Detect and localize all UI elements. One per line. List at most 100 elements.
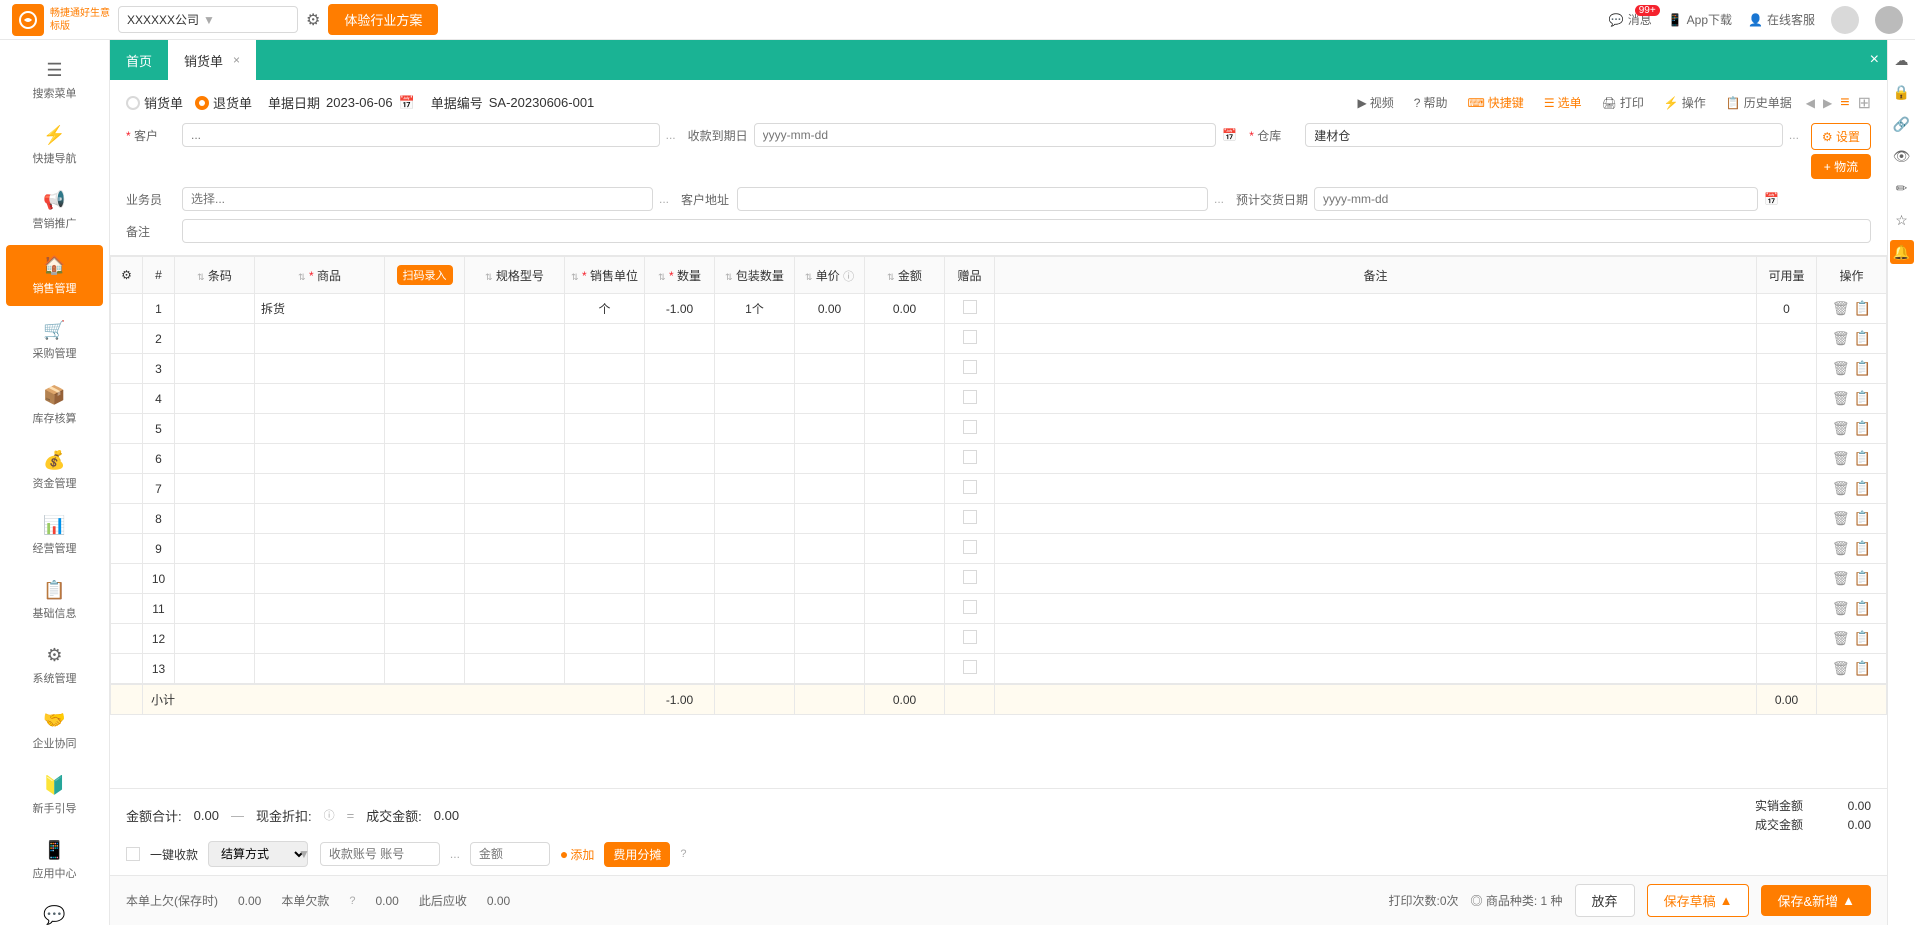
copy-row-icon-6[interactable]: 📋 <box>1854 480 1871 497</box>
cell-unit-10[interactable] <box>565 594 645 624</box>
cell-pkg-2[interactable] <box>715 354 795 384</box>
amount-input[interactable] <box>470 842 550 866</box>
window-close-icon[interactable]: × <box>1870 51 1879 69</box>
settings-btn[interactable]: ⚙ 设置 <box>1811 123 1871 150</box>
cell-remark-3[interactable] <box>995 384 1757 414</box>
cell-price-5[interactable] <box>795 444 865 474</box>
cell-price-10[interactable] <box>795 594 865 624</box>
cell-pkg-8[interactable] <box>715 534 795 564</box>
cell-product-7[interactable] <box>255 504 385 534</box>
sidebar-item-system[interactable]: ⚙ 系统管理 <box>6 635 103 696</box>
delete-row-icon-0[interactable]: 🗑 <box>1832 300 1850 317</box>
cell-qty-12[interactable] <box>645 654 715 685</box>
calendar-icon[interactable]: 📅 <box>399 95 415 111</box>
toolbar-actions[interactable]: ⚡ 操作 <box>1658 92 1712 113</box>
cell-gift-10[interactable] <box>945 594 995 624</box>
cell-unit-1[interactable] <box>565 324 645 354</box>
cell-pkg-10[interactable] <box>715 594 795 624</box>
cell-amount-8[interactable] <box>865 534 945 564</box>
rp-eye-icon[interactable]: 👁 <box>1890 144 1914 168</box>
customer-address-input[interactable] <box>737 187 1208 211</box>
nav-next-icon[interactable]: ▶ <box>1823 96 1832 110</box>
tab-sales-order[interactable]: 销货单 × <box>168 40 256 80</box>
cell-price-12[interactable] <box>795 654 865 685</box>
cell-qty-3[interactable] <box>645 384 715 414</box>
copy-row-icon-2[interactable]: 📋 <box>1854 360 1871 377</box>
feiyong-help-icon[interactable]: ? <box>680 848 686 860</box>
cell-gift-3[interactable] <box>945 384 995 414</box>
cell-spec-3[interactable] <box>465 384 565 414</box>
notes-input[interactable] <box>182 219 1871 243</box>
cell-unit-5[interactable] <box>565 444 645 474</box>
cell-spec-2[interactable] <box>465 354 565 384</box>
add-payment-btn[interactable]: ● 添加 <box>560 846 594 863</box>
cell-product-0[interactable]: 拆货 <box>255 294 385 324</box>
cell-gift-2[interactable] <box>945 354 995 384</box>
sidebar-item-quick-nav[interactable]: ⚡ 快捷导航 <box>6 115 103 176</box>
cell-product-4[interactable] <box>255 414 385 444</box>
sidebar-item-search-order[interactable]: ☰ 搜索菜单 <box>6 50 103 111</box>
due-date-input[interactable] <box>754 123 1217 147</box>
delete-row-icon-9[interactable]: 🗑 <box>1832 570 1850 587</box>
sidebar-item-purchase[interactable]: 🛒 采购管理 <box>6 310 103 371</box>
cell-spec-6[interactable] <box>465 474 565 504</box>
copy-row-icon-0[interactable]: 📋 <box>1854 300 1871 317</box>
rp-orange-icon[interactable]: 🔔 <box>1890 240 1914 264</box>
cell-qty-6[interactable] <box>645 474 715 504</box>
cell-product-8[interactable] <box>255 534 385 564</box>
cell-unit-0[interactable]: 个 <box>565 294 645 324</box>
cell-pkg-12[interactable] <box>715 654 795 685</box>
delete-row-icon-5[interactable]: 🗑 <box>1832 450 1850 467</box>
view-grid-icon[interactable]: ⊞ <box>1858 93 1871 113</box>
cell-gift-11[interactable] <box>945 624 995 654</box>
cell-price-1[interactable] <box>795 324 865 354</box>
cell-product-3[interactable] <box>255 384 385 414</box>
cell-spec-8[interactable] <box>465 534 565 564</box>
cell-pkg-5[interactable] <box>715 444 795 474</box>
rp-cloud-icon[interactable]: ☁ <box>1890 48 1914 72</box>
warehouse-more[interactable]: ... <box>1789 128 1799 142</box>
cell-unit-12[interactable] <box>565 654 645 685</box>
cell-spec-10[interactable] <box>465 594 565 624</box>
delete-row-icon-11[interactable]: 🗑 <box>1832 630 1850 647</box>
sidebar-item-wechat[interactable]: 💬 企业微信 <box>6 895 103 925</box>
customer-more[interactable]: ... <box>666 128 676 142</box>
sidebar-item-finance[interactable]: 💰 资金管理 <box>6 440 103 501</box>
cell-amount-6[interactable] <box>865 474 945 504</box>
cell-gift-7[interactable] <box>945 504 995 534</box>
delivery-date-input[interactable] <box>1314 187 1758 211</box>
cell-qty-4[interactable] <box>645 414 715 444</box>
cell-amount-10[interactable] <box>865 594 945 624</box>
cell-gift-1[interactable] <box>945 324 995 354</box>
cell-barcode-2[interactable] <box>175 354 255 384</box>
cell-amount-0[interactable]: 0.00 <box>865 294 945 324</box>
copy-row-icon-8[interactable]: 📋 <box>1854 540 1871 557</box>
delete-row-icon-1[interactable]: 🗑 <box>1832 330 1850 347</box>
company-selector[interactable]: XXXXXX公司 ▼ <box>118 6 298 33</box>
cell-qty-5[interactable] <box>645 444 715 474</box>
cell-unit-9[interactable] <box>565 564 645 594</box>
cell-pkg-11[interactable] <box>715 624 795 654</box>
cell-product-10[interactable] <box>255 594 385 624</box>
abandon-btn[interactable]: 放弃 <box>1575 884 1635 917</box>
sidebar-item-inventory[interactable]: 📦 库存核算 <box>6 375 103 436</box>
cell-qty-1[interactable] <box>645 324 715 354</box>
delete-row-icon-12[interactable]: 🗑 <box>1832 660 1850 677</box>
cell-spec-4[interactable] <box>465 414 565 444</box>
cell-product-5[interactable] <box>255 444 385 474</box>
tab-close-icon[interactable]: × <box>233 53 240 67</box>
feiyong-btn[interactable]: 费用分摊 <box>604 842 670 867</box>
copy-row-icon-7[interactable]: 📋 <box>1854 510 1871 527</box>
app-download-btn[interactable]: 📱 App下载 <box>1668 11 1732 28</box>
cell-amount-3[interactable] <box>865 384 945 414</box>
cell-unit-7[interactable] <box>565 504 645 534</box>
cell-remark-12[interactable] <box>995 654 1757 685</box>
cell-pkg-6[interactable] <box>715 474 795 504</box>
cell-qty-0[interactable]: -1.00 <box>645 294 715 324</box>
discount-info-icon[interactable]: ⓘ <box>324 807 335 823</box>
cell-barcode-1[interactable] <box>175 324 255 354</box>
cell-gift-4[interactable] <box>945 414 995 444</box>
cell-product-1[interactable] <box>255 324 385 354</box>
copy-row-icon-10[interactable]: 📋 <box>1854 600 1871 617</box>
cell-remark-0[interactable] <box>995 294 1757 324</box>
